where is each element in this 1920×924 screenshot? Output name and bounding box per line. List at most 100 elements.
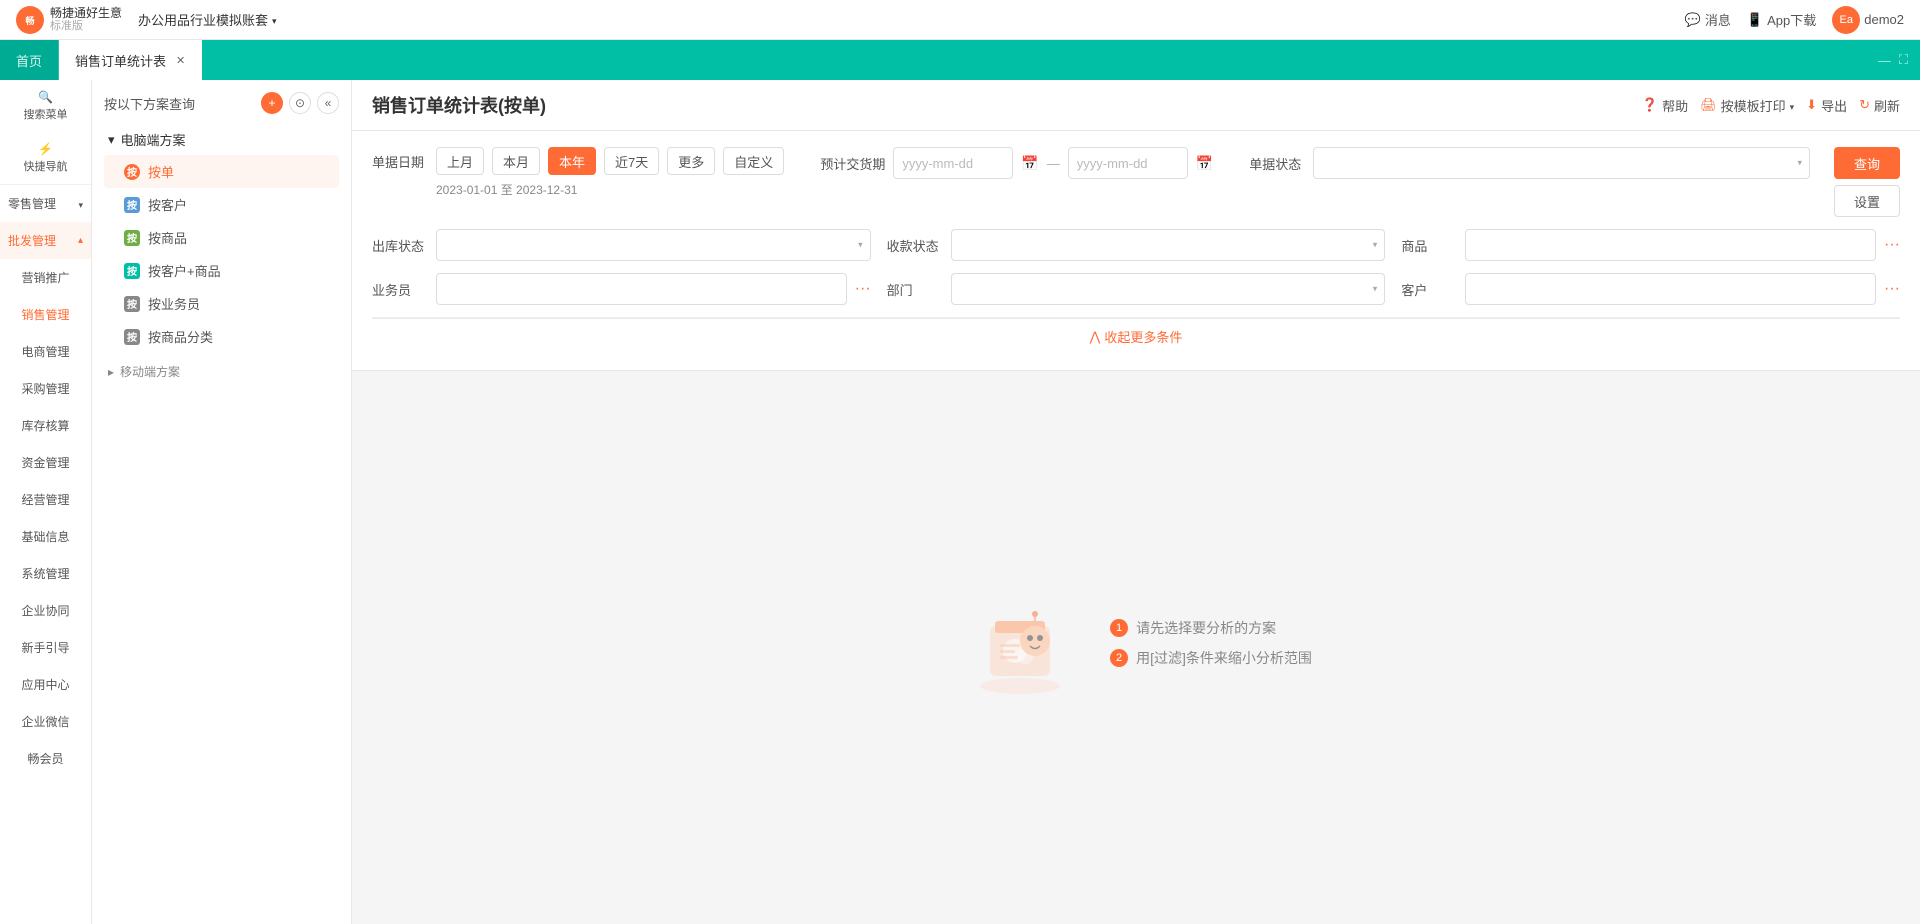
date-btn-more[interactable]: 更多 [667,147,715,175]
help-icon: ❓ [1642,97,1658,113]
scheme-by-customer[interactable]: 按 按客户 [104,188,339,221]
dept-item: 部门 [887,273,1386,305]
top-header: 畅 畅捷通好生意 标准版 办公用品行业模拟账套 💬 消息 📱 App下载 Ea … [0,0,1920,40]
salesperson-input[interactable] [436,273,847,305]
payment-status-select[interactable] [951,229,1386,261]
customer-more-btn[interactable]: ··· [1884,280,1900,298]
scheme-by-cust-goods[interactable]: 按 按客户+商品 [104,254,339,287]
salesperson-more-btn[interactable]: ··· [855,280,871,298]
edit-icon: ⊙ [295,96,305,110]
sidebar-item-retail[interactable]: 零售管理 [0,185,91,222]
search-icon: 🔍 [38,90,53,104]
dept-select[interactable] [951,273,1386,305]
sidebar-search[interactable]: 🔍 搜索菜单 [0,80,91,132]
mobile-group-title[interactable]: 移动端方案 [104,357,339,386]
pc-group-title[interactable]: 电脑端方案 [104,124,339,155]
app-selector-chevron [272,12,277,27]
app-selector[interactable]: 办公用品行业模拟账套 [130,10,285,29]
settings-btn[interactable]: 设置 [1834,185,1900,217]
scheme-by-order[interactable]: 按 按单 [104,155,339,188]
export-btn[interactable]: ⬇ 导出 [1806,96,1847,115]
retail-arrow [78,197,83,211]
left-panel-header: 按以下方案查询 + ⊙ « [104,92,339,114]
tip-item-2: 2 用[过滤]条件来缩小分析范围 [1110,648,1312,668]
header-right: 💬 消息 📱 App下载 Ea demo2 [1685,6,1904,34]
empty-tips: 1 请先选择要分析的方案 2 用[过滤]条件来缩小分析范围 [1110,618,1312,678]
dept-label: 部门 [887,280,943,299]
sidebar-quicknav[interactable]: ⚡ 快捷导航 [0,132,91,184]
edit-scheme-btn[interactable]: ⊙ [289,92,311,114]
sidebar-item-system[interactable]: 系统管理 [0,555,91,592]
content-area: 按以下方案查询 + ⊙ « 电脑端方案 [92,80,1920,924]
tab-order-stat[interactable]: 销售订单统计表 ✕ [59,40,202,80]
sidebar-item-marketing[interactable]: 营销推广 [0,259,91,296]
empty-state: 1 请先选择要分析的方案 2 用[过滤]条件来缩小分析范围 [352,371,1920,924]
search-btn[interactable]: 查询 [1834,147,1900,179]
sidebar-item-member[interactable]: 畅会员 [0,740,91,777]
tip-item-1: 1 请先选择要分析的方案 [1110,618,1312,638]
tab-minimize-icon[interactable]: — [1878,53,1891,68]
scheme-icon-custgoods: 按 [124,263,140,279]
app-download-btn[interactable]: 📱 App下载 [1747,10,1816,29]
sidebar-item-appcenter[interactable]: 应用中心 [0,666,91,703]
goods-input[interactable] [1465,229,1876,261]
calendar-icon-2[interactable]: 📅 [1196,155,1213,172]
date-btns-row: 上月 本月 本年 近7天 更多 自定义 [436,147,784,175]
scheme-icon-customer: 按 [124,197,140,213]
tab-close-icon[interactable]: ✕ [176,54,185,67]
expected-date-start[interactable] [893,147,1013,179]
sidebar-item-wholesale[interactable]: 批发管理 ▴ [0,222,91,259]
date-btn-custom[interactable]: 自定义 [723,147,784,175]
user-area[interactable]: Ea demo2 [1832,6,1904,34]
scheme-by-goods[interactable]: 按 按商品 [104,221,339,254]
sidebar-item-wechat[interactable]: 企业微信 [0,703,91,740]
tab-expand-icon[interactable]: ⛶ [1899,52,1908,68]
sidebar-item-operation[interactable]: 经营管理 [0,481,91,518]
empty-state-content: 1 请先选择要分析的方案 2 用[过滤]条件来缩小分析范围 [960,586,1312,709]
scheme-icon-order: 按 [124,164,140,180]
customer-input[interactable] [1465,273,1876,305]
salesperson-label: 业务员 [372,280,428,299]
date-btn-7days[interactable]: 近7天 [604,147,659,175]
add-scheme-btn[interactable]: + [261,92,283,114]
goods-item: 商品 ··· [1401,229,1900,261]
stock-status-select[interactable] [436,229,871,261]
salesperson-item: 业务员 ··· [372,273,871,305]
refresh-btn[interactable]: ↻ 刷新 [1859,96,1900,115]
more-conditions-btn[interactable]: ⋀ 收起更多条件 [372,318,1900,354]
more-conditions-row: ⋀ 收起更多条件 [372,317,1900,354]
date-btn-last-month[interactable]: 上月 [436,147,484,175]
goods-label: 商品 [1401,236,1457,255]
sidebar-item-ecom[interactable]: 电商管理 [0,333,91,370]
sidebar-item-inventory[interactable]: 库存核算 [0,407,91,444]
stock-status-label: 出库状态 [372,236,428,255]
main-layout: 🔍 搜索菜单 ⚡ 快捷导航 零售管理 批发管理 ▴ 营销推广 销售管理 电商管理… [0,80,1920,924]
message-btn[interactable]: 💬 消息 [1685,10,1731,29]
scheme-by-category[interactable]: 按 按商品分类 [104,320,339,353]
tab-home[interactable]: 首页 [0,40,59,80]
status-select[interactable] [1313,147,1810,179]
tab-bar-right: — ⛶ [1866,40,1920,80]
template-print-btn[interactable]: 🖨 按模板打印 [1700,96,1794,115]
sidebar-item-enterprise[interactable]: 企业协同 [0,592,91,629]
sidebar-item-finance[interactable]: 资金管理 [0,444,91,481]
goods-more-btn[interactable]: ··· [1884,236,1900,254]
left-panel: 按以下方案查询 + ⊙ « 电脑端方案 [92,80,352,924]
calendar-icon-1[interactable]: 📅 [1021,155,1038,172]
pc-group-arrow [108,132,115,148]
date-btn-this-month[interactable]: 本月 [492,147,540,175]
date-btn-this-year[interactable]: 本年 [548,147,596,175]
help-btn[interactable]: ❓ 帮助 [1642,96,1688,115]
status-select-wrapper [1313,147,1810,179]
collapse-panel-btn[interactable]: « [317,92,339,114]
sidebar-item-base[interactable]: 基础信息 [0,518,91,555]
expected-date-end[interactable] [1068,147,1188,179]
tip-num-1: 1 [1110,619,1128,637]
sidebar-item-sales[interactable]: 销售管理 [0,296,91,333]
sidebar-item-purchase[interactable]: 采购管理 [0,370,91,407]
tip-num-2: 2 [1110,649,1128,667]
scheme-by-salesperson[interactable]: 按 按业务员 [104,287,339,320]
page-header: 销售订单统计表(按单) ❓ 帮助 🖨 按模板打印 ⬇ 导出 [352,80,1920,131]
sidebar-item-newbie[interactable]: 新手引导 [0,629,91,666]
print-chevron [1790,98,1795,113]
